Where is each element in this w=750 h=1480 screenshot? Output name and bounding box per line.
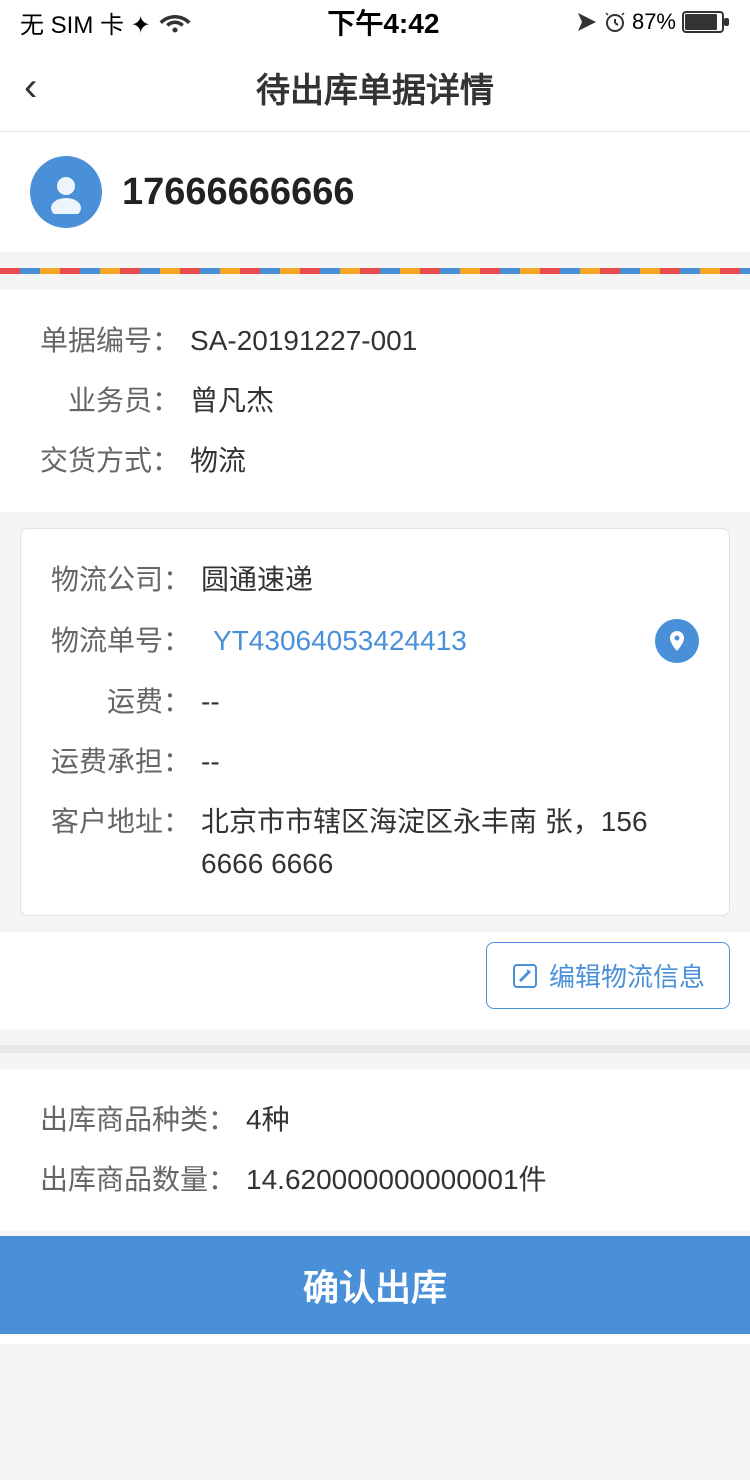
address-value: 北京市市辖区海淀区永丰南 张，156 6666 6666 (201, 801, 699, 885)
status-left: 无 SIM 卡 ✦ (20, 5, 191, 40)
status-time: 下午4:42 (327, 2, 439, 42)
confirm-label: 确认出库 (303, 1259, 447, 1311)
battery-icon (682, 9, 730, 35)
dashed-divider (0, 268, 750, 274)
logistics-section: 物流公司： 圆通速递 物流单号： YT43064053424413 运费： --… (20, 528, 730, 916)
wifi-icon (159, 11, 191, 33)
logistics-company-row: 物流公司： 圆通速递 (51, 559, 699, 601)
order-no-value: SA-20191227-001 (190, 320, 710, 362)
tracking-no-value: YT43064053424413 (213, 620, 643, 662)
address-label: 客户地址： (51, 801, 201, 843)
salesperson-value: 曾凡杰 (190, 380, 710, 422)
location-icon[interactable] (655, 619, 699, 663)
alarm-icon (604, 11, 626, 33)
sim-status: 无 SIM 卡 ✦ (20, 5, 151, 40)
tracking-no-label: 物流单号： (51, 620, 201, 662)
outbound-types-label: 出库商品种类： (40, 1099, 246, 1141)
edit-logistics-button[interactable]: 编辑物流信息 (486, 942, 730, 1009)
tracking-no-row: 物流单号： YT43064053424413 (51, 619, 699, 663)
nav-bar: ‹ 待出库单据详情 (0, 44, 750, 132)
salesperson-label: 业务员： (40, 380, 190, 422)
outbound-types-row: 出库商品种类： 4种 (40, 1099, 710, 1141)
customer-phone: 17666666666 (122, 171, 354, 214)
edit-icon (511, 962, 539, 990)
status-bar: 无 SIM 卡 ✦ 下午4:42 87% (0, 0, 750, 44)
freight-value: -- (201, 681, 699, 723)
outbound-quantity-value: 14.620000000000001件 (246, 1159, 710, 1201)
logistics-company-value: 圆通速递 (201, 559, 699, 601)
back-button[interactable]: ‹ (24, 65, 37, 110)
freight-bearer-row: 运费承担： -- (51, 741, 699, 783)
confirm-bar[interactable]: 确认出库 (0, 1236, 750, 1334)
battery-text: 87% (632, 9, 676, 35)
address-row: 客户地址： 北京市市辖区海淀区永丰南 张，156 6666 6666 (51, 801, 699, 885)
customer-header: 17666666666 (0, 132, 750, 252)
outbound-quantity-row: 出库商品数量： 14.620000000000001件 (40, 1159, 710, 1201)
avatar-icon (44, 170, 88, 214)
freight-bearer-value: -- (201, 741, 699, 783)
outbound-types-value: 4种 (246, 1099, 710, 1141)
order-no-label: 单据编号： (40, 320, 190, 362)
salesperson-row: 业务员： 曾凡杰 (40, 380, 710, 422)
avatar (30, 156, 102, 228)
delivery-row: 交货方式： 物流 (40, 440, 710, 482)
outbound-info-section: 出库商品种类： 4种 出库商品数量： 14.620000000000001件 (0, 1069, 750, 1231)
freight-row: 运费： -- (51, 681, 699, 723)
freight-bearer-label: 运费承担： (51, 741, 201, 783)
delivery-label: 交货方式： (40, 440, 190, 482)
section-divider (0, 1045, 750, 1053)
order-no-row: 单据编号： SA-20191227-001 (40, 320, 710, 362)
delivery-value: 物流 (190, 440, 710, 482)
order-info-section: 单据编号： SA-20191227-001 业务员： 曾凡杰 交货方式： 物流 (0, 290, 750, 512)
map-pin-icon (665, 629, 689, 653)
page-title: 待出库单据详情 (256, 63, 494, 112)
freight-label: 运费： (51, 681, 201, 723)
logistics-company-label: 物流公司： (51, 559, 201, 601)
outbound-quantity-label: 出库商品数量： (40, 1159, 246, 1201)
edit-logistics-area: 编辑物流信息 (0, 932, 750, 1029)
status-right: 87% (576, 9, 730, 35)
location-arrow-icon (576, 11, 598, 33)
edit-logistics-label: 编辑物流信息 (549, 957, 705, 994)
